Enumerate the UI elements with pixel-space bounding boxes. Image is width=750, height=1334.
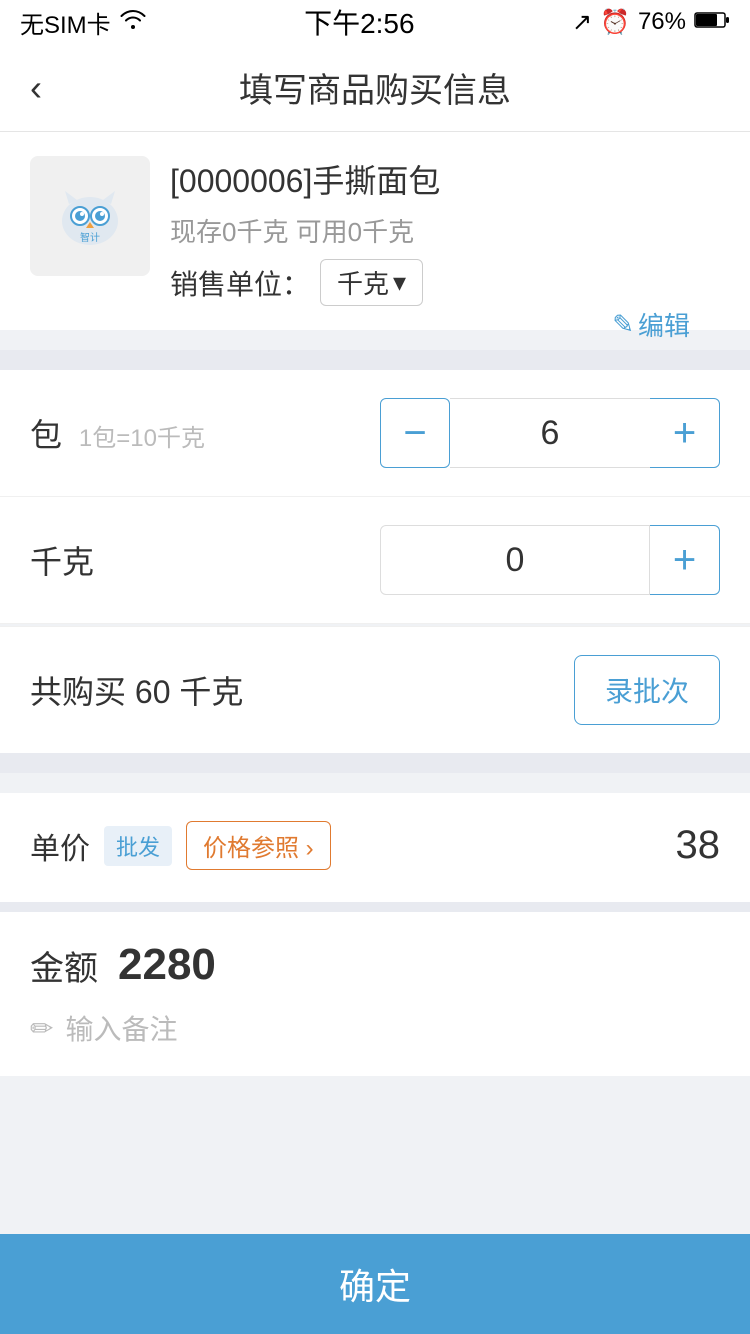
- svg-text:智计: 智计: [80, 231, 100, 244]
- confirm-bar[interactable]: 确定: [0, 1234, 750, 1334]
- section-divider-2: [0, 753, 750, 773]
- kilogram-qty-input[interactable]: [380, 525, 650, 595]
- price-value: 38: [676, 823, 721, 868]
- package-minus-button[interactable]: −: [380, 398, 450, 468]
- amount-label: 金额: [30, 941, 98, 990]
- package-row: 包 1包=10千克 − +: [0, 370, 750, 497]
- package-sublabel: 1包=10千克: [79, 425, 205, 452]
- product-thumbnail: 智计: [30, 156, 150, 276]
- remark-row[interactable]: ✏ 输入备注: [30, 1008, 720, 1048]
- status-left: 无SIM卡: [20, 5, 147, 40]
- product-name: [0000006]手撕面包: [170, 156, 720, 202]
- battery-icon: [694, 8, 730, 36]
- confirm-button[interactable]: 确定: [339, 1258, 411, 1310]
- remark-placeholder: 输入备注: [65, 1008, 177, 1048]
- carrier-text: 无SIM卡: [20, 5, 111, 40]
- package-section: 包 1包=10千克 − + 千克 +: [0, 370, 750, 624]
- amount-section: 金额 2280 ✏ 输入备注: [0, 902, 750, 1076]
- status-right: ↗ ⏰ 76%: [572, 8, 730, 37]
- product-info: [0000006]手撕面包 现存0千克 可用0千克 销售单位： 千克 ▾ ✎ 编…: [170, 156, 720, 306]
- total-quantity-text: 共购买 60 千克: [30, 667, 243, 713]
- edit-icon: ✎: [612, 309, 634, 340]
- package-qty-control: − +: [380, 398, 720, 468]
- status-bar: 无SIM卡 下午2:56 ↗ ⏰ 76%: [0, 0, 750, 44]
- product-stock: 现存0千克 可用0千克: [170, 212, 720, 249]
- remark-icon: ✏: [30, 1012, 53, 1045]
- page-title: 填写商品购买信息: [239, 63, 511, 112]
- back-button[interactable]: ‹: [30, 67, 42, 109]
- amount-value: 2280: [118, 940, 216, 990]
- product-unit-row: 销售单位： 千克 ▾: [170, 259, 720, 306]
- price-row: 单价 批发 价格参照 › 38: [30, 821, 720, 870]
- product-card: 智计 [0000006]手撕面包 现存0千克 可用0千克 销售单位： 千克 ▾ …: [0, 132, 750, 330]
- kilogram-plus-button[interactable]: +: [650, 525, 720, 595]
- price-reference-button[interactable]: 价格参照 ›: [186, 821, 331, 870]
- time-display: 下午2:56: [304, 2, 415, 42]
- wifi-icon: [119, 8, 147, 37]
- edit-button[interactable]: ✎ 编辑: [612, 306, 690, 343]
- package-qty-input[interactable]: [450, 398, 650, 468]
- price-section: 单价 批发 价格参照 › 38: [0, 793, 750, 902]
- total-row: 共购买 60 千克 录批次: [0, 626, 750, 753]
- alarm-icon: ⏰: [600, 8, 630, 37]
- kilogram-qty-control: +: [380, 525, 720, 595]
- price-label: 单价: [30, 824, 90, 868]
- package-label: 包 1包=10千克: [30, 410, 380, 456]
- package-plus-button[interactable]: +: [650, 398, 720, 468]
- record-batch-button[interactable]: 录批次: [574, 655, 720, 725]
- nav-bar: ‹ 填写商品购买信息: [0, 44, 750, 132]
- main-content: 智计 [0000006]手撕面包 现存0千克 可用0千克 销售单位： 千克 ▾ …: [0, 132, 750, 1196]
- amount-row: 金额 2280: [30, 940, 720, 990]
- section-divider-1: [0, 350, 750, 370]
- unit-label: 销售单位：: [170, 263, 310, 303]
- battery-text: 76%: [638, 8, 686, 36]
- kilogram-label: 千克: [30, 537, 380, 583]
- kilogram-row: 千克 +: [0, 497, 750, 624]
- product-logo: 智计: [50, 176, 130, 256]
- unit-selector[interactable]: 千克 ▾: [320, 259, 423, 306]
- location-icon: ↗: [572, 8, 592, 37]
- price-type-tag: 批发: [104, 826, 172, 866]
